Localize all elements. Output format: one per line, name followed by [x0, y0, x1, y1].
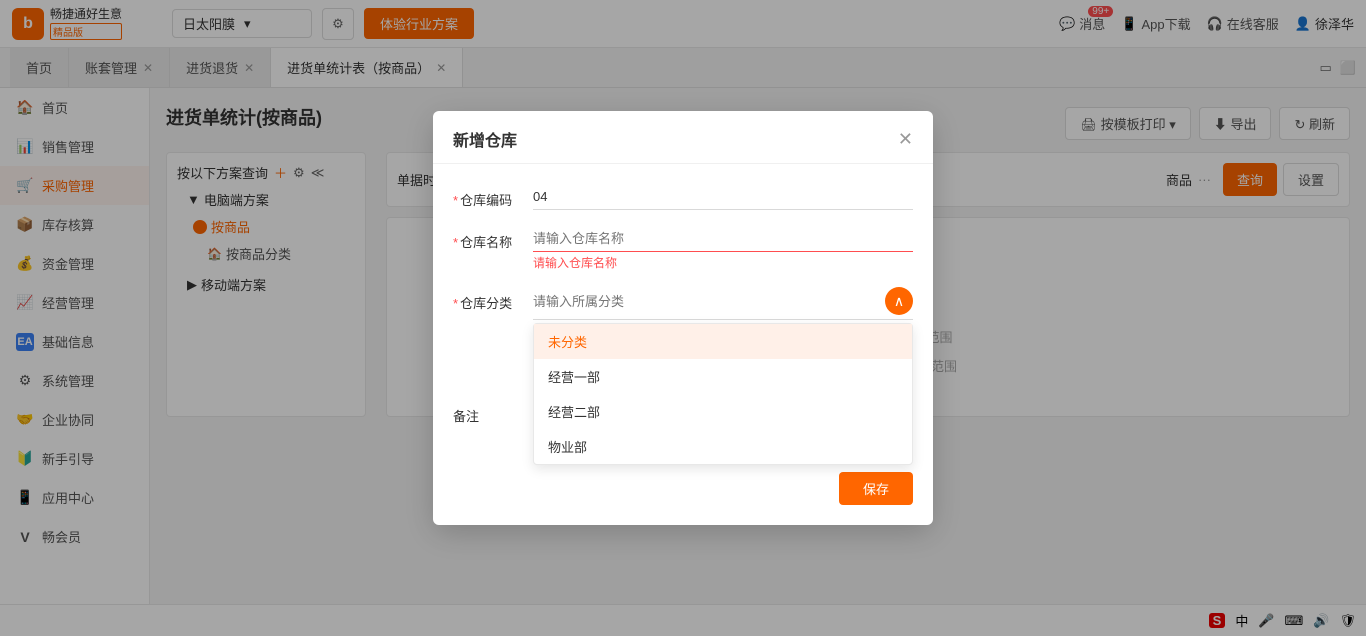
code-label: 仓库编码 — [453, 184, 533, 209]
dialog-body: 仓库编码 仓库名称 请输入仓库名称 仓库分类 — [433, 164, 933, 462]
save-button[interactable]: 保存 — [839, 472, 913, 505]
cat-option-dept2[interactable]: 经营二部 — [534, 394, 912, 429]
code-control — [533, 184, 913, 210]
form-item-category: 仓库分类 ∧ 未分类 经营一部 经营二部 物业部 — [453, 287, 913, 320]
name-control: 请输入仓库名称 — [533, 226, 913, 271]
chevron-up-icon: ∧ — [894, 293, 904, 310]
category-control: ∧ 未分类 经营一部 经营二部 物业部 — [533, 287, 913, 320]
form-item-code: 仓库编码 — [453, 184, 913, 210]
category-input-wrap: ∧ — [533, 287, 913, 320]
name-label: 仓库名称 — [453, 226, 533, 251]
code-input[interactable] — [533, 184, 913, 210]
cat-option-dept1[interactable]: 经营一部 — [534, 359, 912, 394]
cat-option-none[interactable]: 未分类 — [534, 324, 912, 359]
name-error-msg: 请输入仓库名称 — [533, 254, 913, 271]
category-input[interactable] — [533, 289, 885, 314]
dialog-header: 新增仓库 ✕ — [433, 111, 933, 164]
dialog-overlay: 新增仓库 ✕ 仓库编码 仓库名称 请输入仓库名称 仓库分类 — [0, 0, 1366, 636]
category-toggle-button[interactable]: ∧ — [885, 287, 913, 315]
new-warehouse-dialog: 新增仓库 ✕ 仓库编码 仓库名称 请输入仓库名称 仓库分类 — [433, 111, 933, 525]
category-label: 仓库分类 — [453, 287, 533, 312]
name-input[interactable] — [533, 226, 913, 252]
dialog-close-icon[interactable]: ✕ — [898, 129, 913, 150]
note-label: 备注 — [453, 400, 533, 425]
dialog-footer: 保存 — [433, 462, 933, 525]
form-item-name: 仓库名称 请输入仓库名称 — [453, 226, 913, 271]
category-dropdown: 未分类 经营一部 经营二部 物业部 — [533, 323, 913, 465]
dialog-title: 新增仓库 — [453, 127, 517, 151]
cat-option-dept3[interactable]: 物业部 — [534, 429, 912, 464]
